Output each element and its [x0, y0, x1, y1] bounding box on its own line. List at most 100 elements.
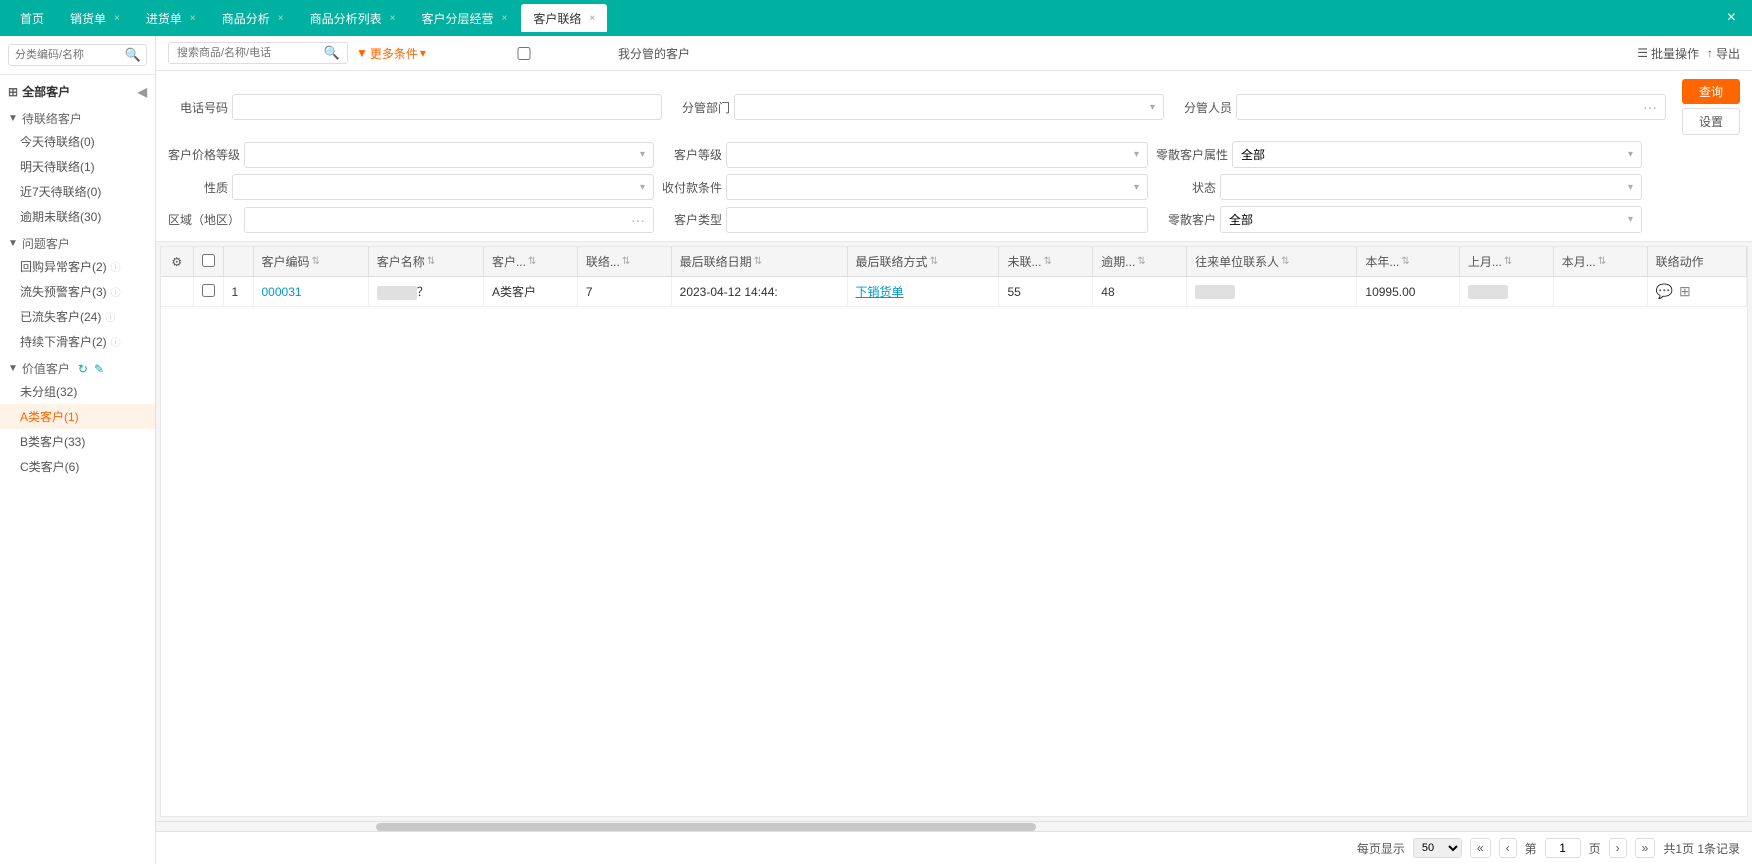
per-page-select[interactable]: 50 100 200 — [1413, 838, 1462, 858]
first-page-button[interactable]: « — [1470, 838, 1491, 858]
tab-product-analysis-label: 商品分析 — [222, 10, 270, 27]
filter-dept-select[interactable]: ▾ — [734, 94, 1164, 120]
value-group-edit-icon[interactable]: ✎ — [94, 362, 104, 376]
tab-home[interactable]: 首页 — [8, 4, 56, 32]
sidebar-item-declining[interactable]: 持续下滑客户(2) ⓘ — [0, 329, 155, 354]
last-page-button[interactable]: » — [1635, 838, 1656, 858]
chat-icon[interactable]: 💬 — [1656, 283, 1673, 300]
more-filters-button[interactable]: ▼ 更多条件 ▾ — [356, 45, 426, 62]
horizontal-scrollbar[interactable] — [156, 821, 1752, 831]
action-icons: 💬 ⊞ — [1656, 283, 1738, 300]
col-this-month[interactable]: 本月...⇅ — [1553, 247, 1647, 277]
col-overdue[interactable]: 逾期...⇅ — [1093, 247, 1187, 277]
next-page-button[interactable]: › — [1609, 838, 1627, 858]
tab-product-analysis-close[interactable]: × — [278, 13, 284, 24]
last-method-link[interactable]: 下销货单 — [856, 285, 904, 299]
sidebar-item-lost-warning[interactable]: 流失预警客户(3) ⓘ — [0, 279, 155, 304]
col-unit-contact[interactable]: 往来单位联系人⇅ — [1187, 247, 1357, 277]
table-header-row: ⚙ 客户编码⇅ 客户名称⇅ 客户...⇅ — [161, 247, 1747, 277]
scrollbar-thumb[interactable] — [376, 823, 1036, 831]
sidebar-item-class-a-label: A类客户(1) — [20, 408, 79, 425]
col-last-date[interactable]: 最后联络日期⇅ — [671, 247, 847, 277]
page-number-input[interactable] — [1545, 838, 1581, 858]
sidebar-item-class-a[interactable]: A类客户(1) — [0, 404, 155, 429]
sidebar-collapse-button[interactable]: ◀ — [138, 85, 147, 99]
page-label: 第 — [1525, 840, 1537, 857]
retail-customer-value: 全部 — [1229, 211, 1253, 228]
sidebar-group-problem[interactable]: ▼ 问题客户 — [0, 229, 155, 254]
sidebar-item-today[interactable]: 今天待联络(0) — [0, 129, 155, 154]
tab-customer-segment-close[interactable]: × — [501, 13, 507, 24]
col-category[interactable]: 客户...⇅ — [483, 247, 577, 277]
value-group-refresh-icon[interactable]: ↻ — [78, 362, 88, 376]
filter-customer-level-label: 客户等级 — [662, 146, 722, 163]
masked-last-month — [1468, 285, 1508, 299]
export-label: 导出 — [1716, 45, 1740, 62]
col-last-month[interactable]: 上月...⇅ — [1459, 247, 1553, 277]
filter-retail-customer-select[interactable]: 全部▾ — [1220, 206, 1642, 233]
export-icon: ↑ — [1707, 46, 1713, 60]
query-button[interactable]: 查询 — [1682, 79, 1740, 104]
my-customers-checkbox[interactable] — [434, 47, 614, 60]
tab-product-list-close[interactable]: × — [390, 13, 396, 24]
filter-manager-input[interactable]: ··· — [1236, 94, 1666, 120]
row-last-method[interactable]: 下销货单 — [847, 277, 999, 307]
row-code[interactable]: 000031 — [253, 277, 368, 307]
tab-sales-order[interactable]: 销货单 × — [58, 4, 132, 32]
tab-sales-close[interactable]: × — [114, 13, 120, 24]
col-this-year[interactable]: 本年...⇅ — [1357, 247, 1459, 277]
tab-customer-contact-close[interactable]: × — [589, 13, 595, 24]
sidebar-item-tomorrow[interactable]: 明天待联络(1) — [0, 154, 155, 179]
filter-retail-attr-select[interactable]: 全部▾ — [1232, 141, 1642, 168]
filter-status-select[interactable]: ▾ — [1220, 174, 1642, 200]
sidebar-item-week[interactable]: 近7天待联络(0) — [0, 179, 155, 204]
main-search-input[interactable] — [168, 42, 348, 64]
col-contact[interactable]: 联络...⇅ — [577, 247, 671, 277]
sidebar-item-abnormal[interactable]: 回购异常客户(2) ⓘ — [0, 254, 155, 279]
filter-customer-type-input[interactable] — [726, 207, 1148, 233]
close-all-button[interactable]: × — [1719, 9, 1744, 27]
my-customers-label: 我分管的客户 — [618, 45, 690, 62]
tab-product-analysis[interactable]: 商品分析 × — [210, 4, 296, 32]
prev-page-button[interactable]: ‹ — [1499, 838, 1517, 858]
select-all-checkbox[interactable] — [202, 254, 215, 267]
filter-phone-input[interactable] — [232, 94, 662, 120]
col-last-method[interactable]: 最后联络方式⇅ — [847, 247, 999, 277]
sidebar-item-class-b[interactable]: B类客户(33) — [0, 429, 155, 454]
filter-region-label: 区域（地区） — [168, 211, 240, 228]
batch-op-button[interactable]: ☰ 批量操作 — [1637, 45, 1699, 62]
sidebar-group-value[interactable]: ▼ 价值客户 ↻ ✎ — [0, 354, 155, 379]
region-dots-icon[interactable]: ··· — [631, 212, 645, 228]
filter-region-input[interactable]: ··· — [244, 207, 654, 233]
sidebar-search-icon[interactable]: 🔍 — [125, 47, 141, 63]
sidebar-item-lost[interactable]: 已流失客户(24) ⓘ — [0, 304, 155, 329]
filter-customer-level-select[interactable]: ▾ — [726, 142, 1148, 168]
col-code[interactable]: 客户编码⇅ — [253, 247, 368, 277]
row-gear — [161, 277, 193, 307]
sidebar-search-container: 🔍 — [0, 36, 155, 75]
filter-nature-select[interactable]: ▾ — [232, 174, 654, 200]
settings-button[interactable]: 设置 — [1682, 108, 1740, 135]
col-gear[interactable]: ⚙ — [161, 247, 193, 277]
sidebar-item-overdue[interactable]: 逾期未联络(30) — [0, 204, 155, 229]
lastmethod-sort-icon: ⇅ — [930, 256, 938, 267]
filter-customer-type-label: 客户类型 — [662, 211, 722, 228]
export-button[interactable]: ↑ 导出 — [1707, 45, 1740, 62]
manager-dots-icon[interactable]: ··· — [1643, 99, 1657, 115]
tab-customer-segment[interactable]: 客户分层经营 × — [409, 4, 519, 32]
tab-purchase-close[interactable]: × — [190, 13, 196, 24]
filter-payment-select[interactable]: ▾ — [726, 174, 1148, 200]
uncontacted-sort-icon: ⇅ — [1043, 256, 1051, 267]
sidebar-item-unclassified[interactable]: 未分组(32) — [0, 379, 155, 404]
sidebar-item-class-c[interactable]: C类客户(6) — [0, 454, 155, 479]
tab-product-list[interactable]: 商品分析列表 × — [298, 4, 408, 32]
filter-price-level-select[interactable]: ▾ — [244, 142, 654, 168]
col-uncontacted[interactable]: 未联...⇅ — [999, 247, 1093, 277]
col-name[interactable]: 客户名称⇅ — [368, 247, 483, 277]
main-search-icon[interactable]: 🔍 — [324, 45, 340, 61]
sidebar-group-pending[interactable]: ▼ 待联络客户 — [0, 104, 155, 129]
row-checkbox[interactable] — [202, 284, 215, 297]
tab-customer-contact[interactable]: 客户联络 × — [521, 4, 607, 32]
tab-purchase[interactable]: 进货单 × — [134, 4, 208, 32]
more-icon[interactable]: ⊞ — [1679, 283, 1691, 300]
